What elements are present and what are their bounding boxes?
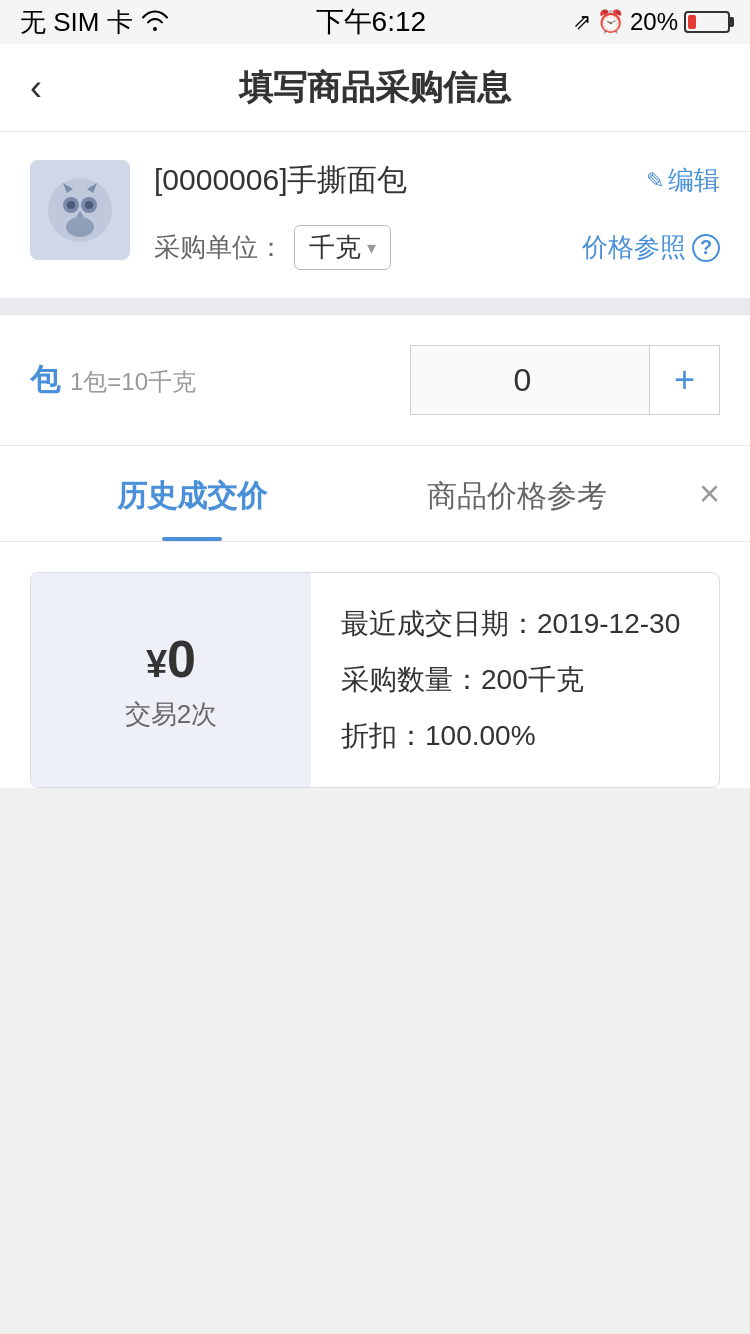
currency-symbol: ¥ bbox=[146, 643, 167, 685]
price-summary: ¥0 交易2次 bbox=[31, 573, 311, 787]
main-content bbox=[0, 818, 750, 1334]
product-name: [0000006]手撕面包 bbox=[154, 160, 407, 201]
tab-price-reference[interactable]: 商品价格参考 bbox=[354, 446, 678, 541]
page-title: 填写商品采购信息 bbox=[239, 65, 511, 111]
price-reference-button[interactable]: 价格参照 ? bbox=[582, 230, 720, 265]
quantity-sub-label: 1包=10千克 bbox=[70, 366, 196, 398]
tab-history-price[interactable]: 历史成交价 bbox=[30, 446, 354, 541]
edit-button[interactable]: ✎ 编辑 bbox=[646, 163, 720, 198]
tab-close-button[interactable]: × bbox=[679, 449, 720, 539]
product-card: [0000006]手撕面包 ✎ 编辑 采购单位： 千克 ▾ 价格参照 ? bbox=[0, 132, 750, 299]
quantity-input[interactable] bbox=[410, 345, 650, 415]
tabs-header: 历史成交价 商品价格参考 × bbox=[0, 446, 750, 542]
location-icon: ⇗ bbox=[573, 9, 591, 35]
unit-value: 千克 bbox=[309, 230, 361, 265]
unit-selector: 采购单位： 千克 ▾ bbox=[154, 225, 391, 270]
battery-percent: 20% bbox=[630, 8, 678, 36]
product-info: [0000006]手撕面包 ✎ 编辑 采购单位： 千克 ▾ 价格参照 ? bbox=[154, 160, 720, 270]
price-amount: ¥0 bbox=[146, 629, 196, 689]
help-icon: ? bbox=[692, 234, 720, 262]
nav-bar: ‹ 填写商品采购信息 bbox=[0, 44, 750, 132]
chevron-down-icon: ▾ bbox=[367, 237, 376, 259]
product-logo-icon bbox=[45, 175, 115, 245]
product-title-row: [0000006]手撕面包 ✎ 编辑 bbox=[154, 160, 720, 201]
product-image bbox=[30, 160, 130, 260]
quantity-row: 包 1包=10千克 + bbox=[0, 315, 750, 446]
section-divider bbox=[0, 299, 750, 315]
status-bar: 无 SIM 卡 下午6:12 ⇗ ⏰ 20% bbox=[0, 0, 750, 44]
price-details: 最近成交日期：2019-12-30 采购数量：200千克 折扣：100.00% bbox=[311, 573, 719, 787]
unit-dropdown[interactable]: 千克 ▾ bbox=[294, 225, 391, 270]
edit-icon: ✎ bbox=[646, 168, 664, 194]
svg-point-6 bbox=[66, 217, 94, 237]
tabs-section: 历史成交价 商品价格参考 × ¥0 交易2次 最近成交日期：2019-12-30… bbox=[0, 446, 750, 788]
status-time: 下午6:12 bbox=[316, 3, 427, 41]
battery-fill bbox=[688, 15, 696, 29]
transaction-count: 交易2次 bbox=[125, 697, 217, 732]
wifi-icon bbox=[141, 7, 169, 38]
back-button[interactable]: ‹ bbox=[30, 67, 42, 109]
quantity-label: 包 1包=10千克 bbox=[30, 360, 196, 401]
carrier-text: 无 SIM 卡 bbox=[20, 5, 133, 40]
svg-point-3 bbox=[67, 201, 75, 209]
quantity-unit: 包 bbox=[30, 360, 60, 401]
recent-date-row: 最近成交日期：2019-12-30 bbox=[341, 603, 689, 645]
product-unit-row: 采购单位： 千克 ▾ 价格参照 ? bbox=[154, 225, 720, 270]
unit-label: 采购单位： bbox=[154, 230, 284, 265]
status-right-group: ⇗ ⏰ 20% bbox=[573, 8, 730, 36]
purchase-quantity-row: 采购数量：200千克 bbox=[341, 659, 689, 701]
quantity-plus-button[interactable]: + bbox=[650, 345, 720, 415]
svg-point-4 bbox=[85, 201, 93, 209]
carrier-info: 无 SIM 卡 bbox=[20, 5, 169, 40]
alarm-icon: ⏰ bbox=[597, 9, 624, 35]
discount-row: 折扣：100.00% bbox=[341, 715, 689, 757]
quantity-input-group: + bbox=[410, 345, 720, 415]
battery-icon bbox=[684, 11, 730, 33]
price-card: ¥0 交易2次 最近成交日期：2019-12-30 采购数量：200千克 折扣：… bbox=[30, 572, 720, 788]
